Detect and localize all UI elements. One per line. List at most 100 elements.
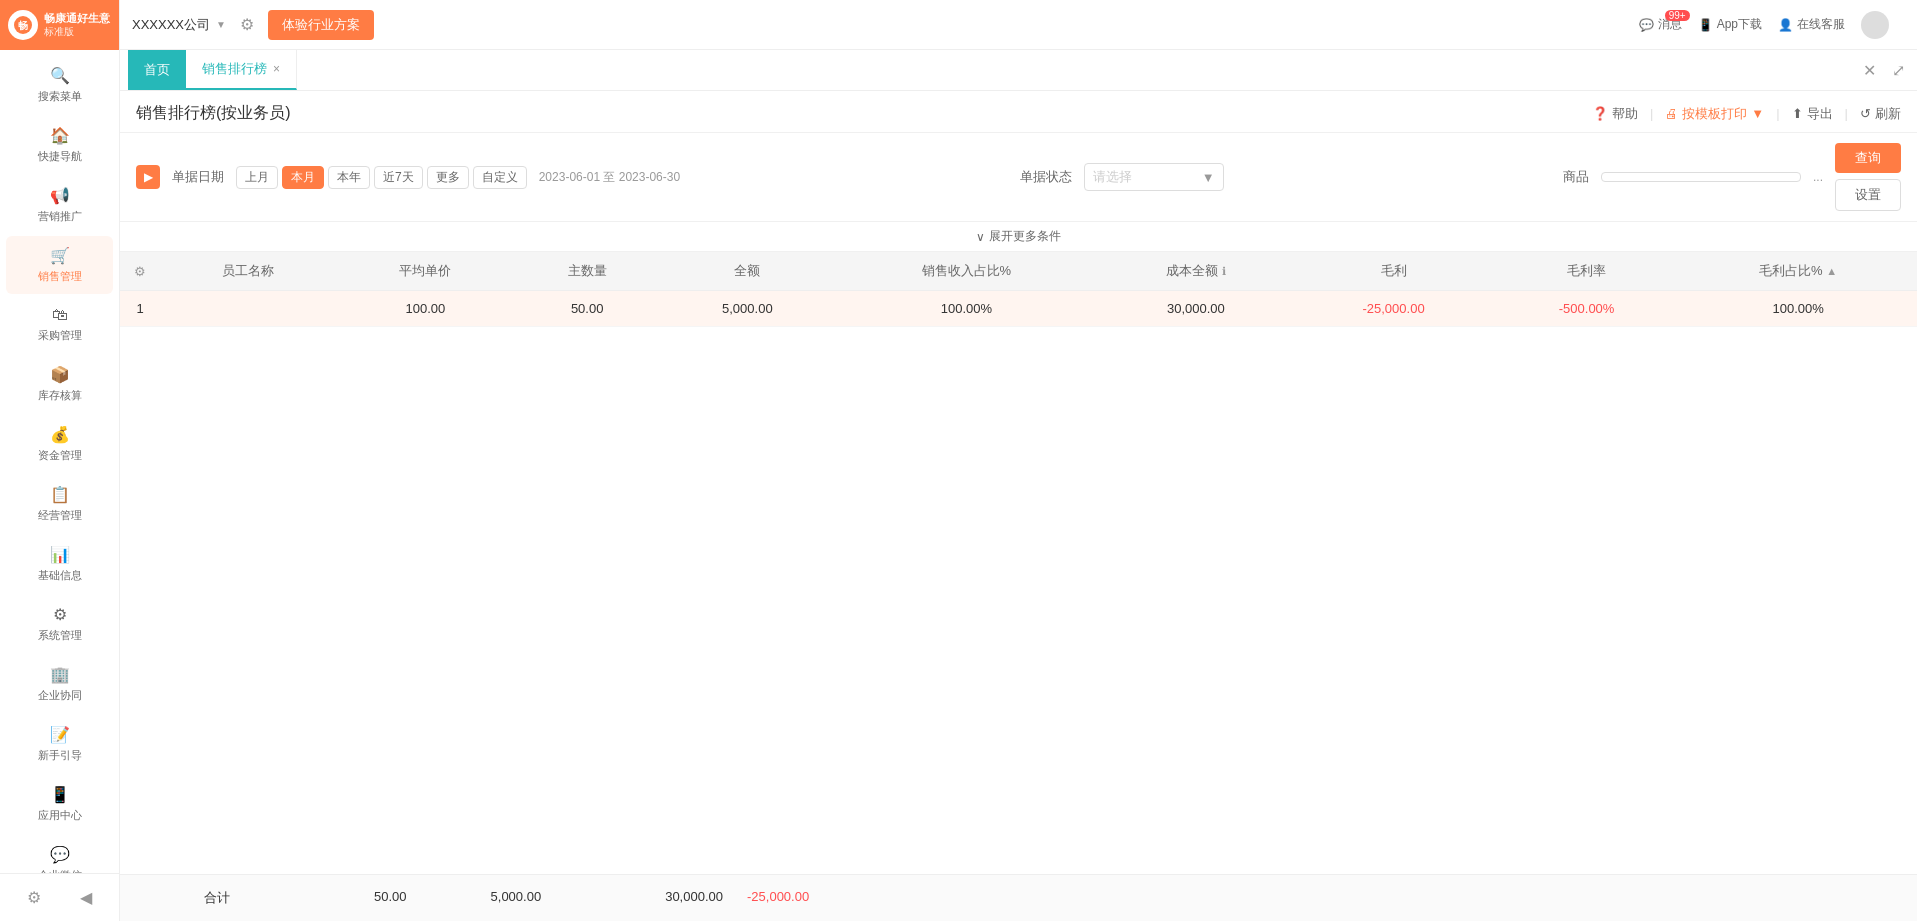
settings-button[interactable]: 设置 [1835,179,1901,211]
sidebar: 畅 畅康通好生意 标准版 🔍搜索菜单🏠快捷导航📢营销推广🛒销售管理🛍采购管理📦库… [0,0,120,921]
cell-qty: 50.00 [514,291,661,327]
app-name: 畅康通好生意 [44,11,110,25]
message-button[interactable]: 💬 消息 99+ [1639,16,1682,33]
sidebar-item-purchase[interactable]: 🛍采购管理 [6,296,113,353]
sidebar-icon-shortcut: 🏠 [50,126,70,145]
help-button[interactable]: ❓ 帮助 [1592,105,1638,123]
date-week-button[interactable]: 近7天 [374,166,423,189]
sidebar-item-finance[interactable]: 💰资金管理 [6,415,113,473]
tab-sales-ranking[interactable]: 销售排行榜 × [186,50,297,90]
sidebar-settings-icon[interactable]: ⚙ [23,884,45,911]
table-header-row: ⚙ 员工名称 平均单价 主数量 全额 销售收入占比% 成本全额 ℹ 毛利 毛利率… [120,252,1917,291]
footer-row: 合计 50.00 5,000.00 30,000.00 -25,000.00 [132,885,1905,911]
topbar-gear-icon[interactable]: ⚙ [236,11,258,38]
filter-collapse-button[interactable]: ▶ [136,165,160,189]
tabs-window-close-icon[interactable]: ✕ [1859,57,1880,84]
sidebar-icon-system: ⚙ [53,605,67,624]
data-table-area: ⚙ 员工名称 平均单价 主数量 全额 销售收入占比% 成本全额 ℹ 毛利 毛利率… [120,252,1917,874]
cell-profit: -25,000.00 [1293,291,1494,327]
message-badge: 99+ [1665,10,1690,21]
sidebar-icon-search: 🔍 [50,66,70,85]
cell-avg-price: 100.00 [337,291,514,327]
cell-profit-pct: 100.00% [1679,291,1917,327]
date-current-month-button[interactable]: 本月 [282,166,324,189]
print-arrow-icon: ▼ [1751,106,1764,121]
export-label: 导出 [1807,105,1833,123]
tabs-expand-icon[interactable]: ⤢ [1888,57,1909,84]
sidebar-item-search[interactable]: 🔍 搜索菜单 [6,56,113,114]
th-profit: 毛利 [1293,252,1494,291]
print-button[interactable]: 🖨 按模板打印 ▼ [1665,105,1764,123]
data-table: ⚙ 员工名称 平均单价 主数量 全额 销售收入占比% 成本全额 ℹ 毛利 毛利率… [120,252,1917,327]
query-button[interactable]: 查询 [1835,143,1901,173]
sidebar-item-operation[interactable]: 📋经营管理 [6,475,113,533]
status-filter-select[interactable]: 请选择 ▼ [1084,163,1224,191]
sidebar-item-sales[interactable]: 🛒销售管理 [6,236,113,294]
message-icon: 💬 [1639,18,1654,32]
sidebar-label-search: 搜索菜单 [38,89,82,104]
app-download-label: App下载 [1717,16,1762,33]
refresh-label: 刷新 [1875,105,1901,123]
refresh-button[interactable]: ↺ 刷新 [1860,105,1901,123]
online-service-button[interactable]: 👤 在线客服 [1778,16,1845,33]
filter-row: ▶ 单据日期 上月 本月 本年 近7天 更多 自定义 2023-06-01 至 … [136,143,1901,211]
expand-label: 展开更多条件 [989,228,1061,245]
sidebar-item-basic[interactable]: 📊基础信息 [6,535,113,593]
sidebar-label-finance: 资金管理 [38,448,82,463]
date-prev-month-button[interactable]: 上月 [236,166,278,189]
cell-name [160,291,337,327]
date-filter-buttons: 上月 本月 本年 近7天 更多 自定义 [236,166,527,189]
sidebar-item-apps[interactable]: 📱应用中心 [6,775,113,833]
export-button[interactable]: ⬆ 导出 [1792,105,1833,123]
main-area: XXXXXX公司 ▼ ⚙ 体验行业方案 💬 消息 99+ 📱 App下载 👤 在… [120,0,1917,921]
trial-button[interactable]: 体验行业方案 [268,10,374,40]
date-year-button[interactable]: 本年 [328,166,370,189]
sidebar-item-wechat[interactable]: 💬企业微信 [6,835,113,873]
goods-filter-input[interactable] [1601,172,1801,182]
sidebar-label-sales: 销售管理 [38,269,82,284]
date-more-button[interactable]: 更多 [427,166,469,189]
tab-close-icon[interactable]: × [273,62,280,76]
sidebar-label-enterprise: 企业协同 [38,688,82,703]
app-edition: 标准版 [44,25,110,39]
company-selector[interactable]: XXXXXX公司 ▼ [132,16,226,34]
footer-total-label: 合计 [192,885,242,911]
app-download-button[interactable]: 📱 App下载 [1698,16,1762,33]
sidebar-item-shortcut[interactable]: 🏠 快捷导航 [6,116,113,174]
sidebar-item-system[interactable]: ⚙系统管理 [6,595,113,653]
th-name: 员工名称 [160,252,337,291]
tab-sales-ranking-label: 销售排行榜 [202,60,267,78]
sidebar-bottom: ⚙ ◀ [0,873,119,921]
footer-amount [419,885,479,911]
sidebar-item-inventory[interactable]: 📦库存核算 [6,355,113,413]
sidebar-icon-guide: 📝 [50,725,70,744]
table-settings-header[interactable]: ⚙ [120,252,160,291]
expand-more-button[interactable]: ∨ 展开更多条件 [976,228,1061,245]
tab-home[interactable]: 首页 [128,50,186,90]
tabs-bar: 首页 销售排行榜 × ✕ ⤢ [120,50,1917,91]
avatar[interactable] [1861,11,1889,39]
sidebar-item-enterprise[interactable]: 🏢 企业协同 [6,655,113,713]
sidebar-label-shortcut: 快捷导航 [38,149,82,164]
th-profit-rate: 毛利率 [1494,252,1679,291]
status-select-value: 请选择 [1093,168,1132,186]
filter-arrow-icon: ▶ [144,170,153,184]
sidebar-icon-enterprise: 🏢 [50,665,70,684]
th-profit-pct: 毛利占比% ▲ [1679,252,1917,291]
sidebar-label-guide: 新手引导 [38,748,82,763]
sidebar-label-marketing: 营销推广 [38,209,82,224]
sidebar-icon-marketing: 📢 [50,186,70,205]
more-filters-button[interactable]: ... [1813,170,1823,184]
sidebar-label-purchase: 采购管理 [38,328,82,343]
date-range-display: 2023-06-01 至 2023-06-30 [539,169,680,186]
expand-more-bar: ∨ 展开更多条件 [120,222,1917,252]
footer-qty-val: 50.00 [362,885,419,911]
sidebar-collapse-icon[interactable]: ◀ [76,884,96,911]
print-icon: 🖨 [1665,106,1678,121]
cell-cost: 30,000.00 [1099,291,1294,327]
date-custom-button[interactable]: 自定义 [473,166,527,189]
sidebar-item-marketing[interactable]: 📢 营销推广 [6,176,113,234]
sidebar-icon-apps: 📱 [50,785,70,804]
footer-qty [242,885,362,911]
sidebar-item-guide[interactable]: 📝 新手引导 [6,715,113,773]
